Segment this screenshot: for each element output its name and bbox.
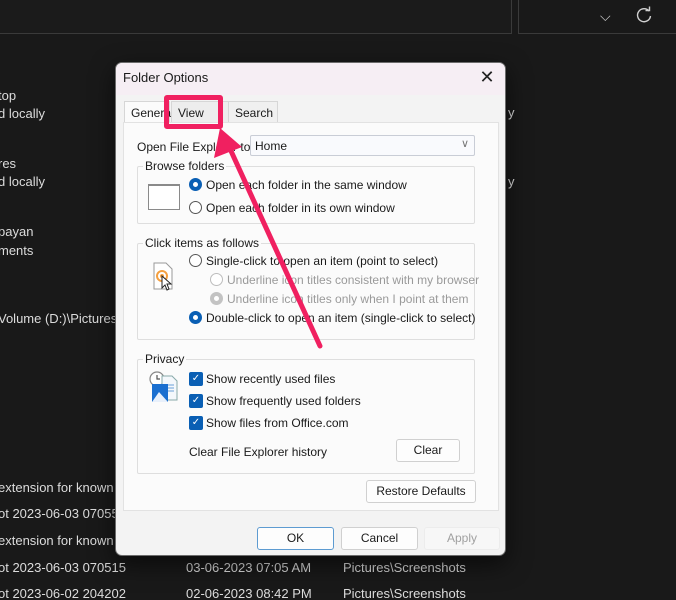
ok-button[interactable]: OK [257, 527, 334, 550]
close-icon[interactable]: ✕ [479, 68, 495, 86]
dialog-title: Folder Options [123, 70, 209, 85]
clear-history-label: Clear File Explorer history [189, 445, 328, 459]
apply-button: Apply [424, 527, 500, 550]
nav-item-user[interactable]: payan [0, 224, 33, 239]
checkbox-recent-files[interactable]: ✓ [189, 372, 203, 386]
file-row-name[interactable]: ot 2023-06-02 204202 [0, 586, 126, 600]
click-items-title: Click items as follows [143, 236, 262, 250]
view-tab-highlight-box [164, 95, 223, 129]
text-fragment: y [508, 105, 515, 120]
chevron-down-icon: ∨ [460, 138, 469, 150]
nav-item-status: d locally [0, 174, 45, 189]
option-own-window[interactable]: Open each folder in its own window [206, 201, 395, 215]
file-row-date: 03-06-2023 07:05 AM [186, 560, 312, 575]
general-tab-panel: Open File Explorer to: Home ∨ Browse fol… [123, 122, 499, 511]
radio-single-click[interactable] [189, 254, 202, 267]
browse-folders-group: Browse folders Open each folder in the s… [137, 159, 475, 224]
radio-underline-browser [210, 273, 223, 286]
option-double-click[interactable]: Double-click to open an item (single-cli… [206, 311, 475, 325]
file-row-location: Pictures\Screenshots [343, 586, 466, 600]
file-row-name[interactable]: extension for known f [0, 533, 121, 548]
nav-item-volume-pictures[interactable]: Volume (D:)\Pictures [0, 311, 117, 326]
browse-folders-title: Browse folders [143, 159, 227, 173]
file-row-location: Pictures\Screenshots [343, 560, 466, 575]
checkbox-frequent-folders[interactable]: ✓ [189, 394, 203, 408]
click-items-group: Click items as follows Single-click to o… [137, 236, 479, 340]
option-frequent-folders[interactable]: Show frequently used folders [206, 394, 361, 408]
checkbox-office-files[interactable]: ✓ [189, 416, 203, 430]
window-icon [148, 184, 180, 210]
privacy-recent-files-icon [149, 371, 178, 402]
address-bar[interactable] [0, 0, 512, 34]
nav-item-status: d locally [0, 106, 45, 121]
file-row-name[interactable]: ot 2023-06-03 070515 [0, 560, 126, 575]
text-fragment: y [508, 174, 515, 189]
radio-same-window[interactable] [189, 178, 202, 191]
click-cursor-icon [153, 262, 173, 291]
radio-double-click[interactable] [189, 311, 202, 324]
nav-item-desktop[interactable]: top [0, 88, 16, 103]
privacy-title: Privacy [143, 352, 187, 366]
radio-underline-point [210, 292, 223, 305]
file-row-name[interactable]: extension for known f [0, 480, 121, 495]
nav-item-documents: ments [0, 243, 34, 258]
open-explorer-value: Home [255, 139, 288, 153]
file-row-name[interactable]: ot 2023-06-03 07055 [0, 506, 119, 521]
open-explorer-label: Open File Explorer to: [137, 140, 254, 154]
option-office-files[interactable]: Show files from Office.com [206, 416, 349, 430]
privacy-group: Privacy ✓ Show recently used files ✓ Sho… [137, 352, 475, 474]
nav-item-pictures[interactable]: res [0, 156, 16, 171]
restore-defaults-button[interactable]: Restore Defaults [366, 480, 476, 503]
folder-options-dialog: Folder Options ✕ General View Search Ope… [115, 62, 506, 556]
dialog-titlebar[interactable]: Folder Options ✕ [116, 63, 505, 95]
option-underline-browser: Underline icon titles consistent with my… [227, 273, 480, 287]
file-row-date: 02-06-2023 08:42 PM [186, 586, 312, 600]
option-underline-point: Underline icon titles only when I point … [227, 292, 469, 306]
radio-own-window[interactable] [189, 201, 202, 214]
refresh-icon[interactable] [634, 5, 654, 25]
cancel-button[interactable]: Cancel [341, 527, 418, 550]
open-explorer-dropdown[interactable]: Home ∨ [250, 135, 475, 156]
tab-search[interactable]: Search [228, 101, 278, 123]
chevron-down-icon[interactable]: ⌵ [600, 8, 611, 25]
option-same-window[interactable]: Open each folder in the same window [206, 178, 407, 192]
option-recent-files[interactable]: Show recently used files [206, 372, 335, 386]
clear-button[interactable]: Clear [396, 439, 460, 462]
option-single-click[interactable]: Single-click to open an item (point to s… [206, 254, 438, 268]
